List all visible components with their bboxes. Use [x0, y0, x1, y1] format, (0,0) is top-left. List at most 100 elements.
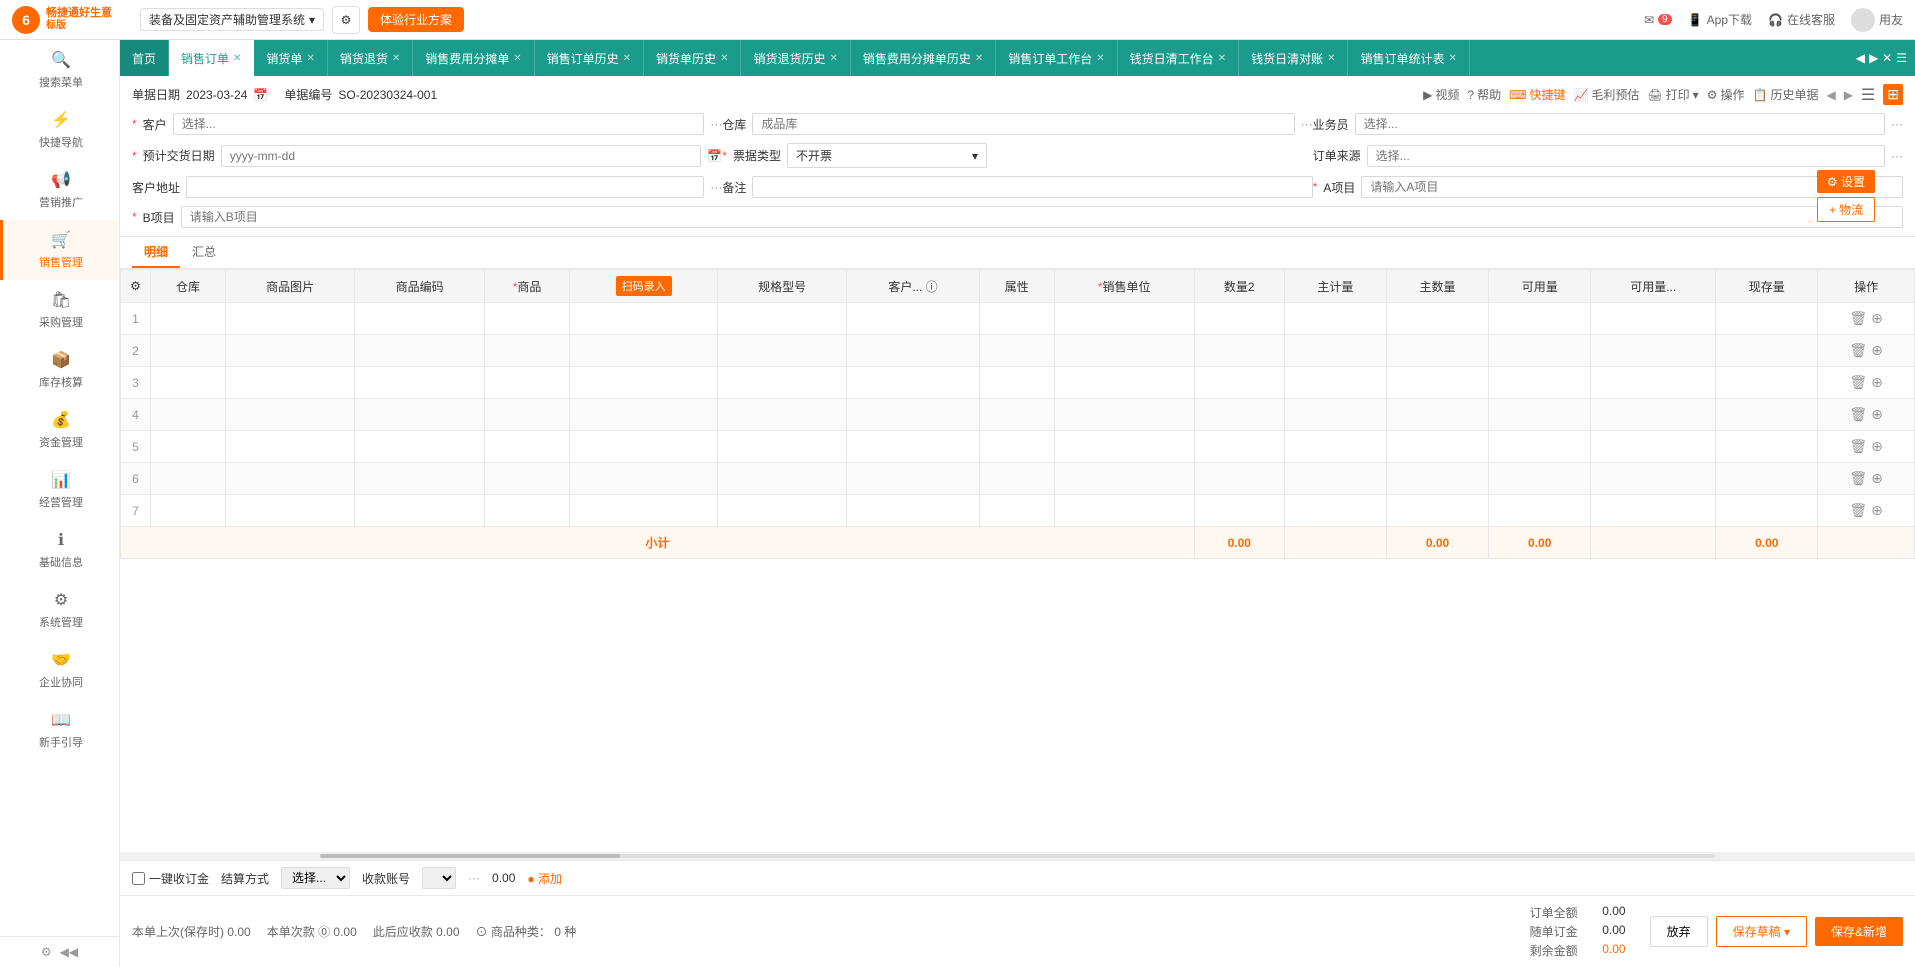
add-logistics-button[interactable]: + 物流 [1817, 197, 1875, 222]
nav-next-icon[interactable]: ▶ [1869, 51, 1878, 65]
delete-row-icon[interactable]: 🗑 [1849, 406, 1867, 423]
salesperson-expand-icon[interactable]: ··· [1891, 117, 1903, 131]
cell-unit[interactable] [1054, 303, 1194, 335]
sidebar-item-inventory[interactable]: 📦 库存核算 [0, 340, 119, 400]
tab-sales-invoice[interactable]: 销货单 ✕ [254, 40, 327, 76]
tab-order-workbench[interactable]: 销售订单工作台 ✕ [996, 40, 1117, 76]
online-support-link[interactable]: 🎧 在线客服 [1768, 11, 1835, 28]
delete-row-icon[interactable]: 🗑 [1849, 470, 1867, 487]
tab-home[interactable]: 首页 [120, 40, 169, 76]
invoice-type-select[interactable]: 不开票 ▾ [787, 143, 987, 168]
order-source-input[interactable] [1367, 145, 1885, 167]
solution-button[interactable]: 体验行业方案 [368, 7, 464, 32]
delivery-calendar-icon[interactable]: 📅 [707, 149, 722, 163]
close-tab-icon[interactable]: ✕ [1449, 53, 1457, 64]
cell-attr[interactable] [979, 303, 1054, 335]
cell-unit[interactable] [1054, 399, 1194, 431]
close-tab-icon[interactable]: ✕ [392, 53, 400, 64]
tab-summary[interactable]: 汇总 [180, 237, 228, 268]
customer-input[interactable] [173, 113, 705, 135]
cell-attr[interactable] [979, 463, 1054, 495]
grid-view-icon[interactable]: ⊞ [1883, 84, 1903, 105]
cell-main-qty[interactable] [1386, 367, 1488, 399]
cell-main-qty[interactable] [1386, 431, 1488, 463]
user-menu[interactable]: 用友 [1851, 8, 1903, 32]
close-tab-icon[interactable]: ✕ [1218, 53, 1226, 64]
cell-qty2[interactable] [1194, 431, 1284, 463]
customer-expand-icon[interactable]: ··· [710, 117, 722, 131]
cell-qty2[interactable] [1194, 399, 1284, 431]
tab-sales-fee[interactable]: 销售费用分摊单 ✕ [413, 40, 534, 76]
close-tab-icon[interactable]: ✕ [306, 53, 314, 64]
save-new-button[interactable]: 保存&新增 [1815, 917, 1903, 946]
cell-warehouse[interactable] [151, 303, 226, 335]
cell-spec[interactable] [717, 431, 846, 463]
tab-invoice-history[interactable]: 销货单历史 ✕ [644, 40, 741, 76]
layout-icon-2[interactable]: ▶ [1844, 88, 1853, 102]
cell-customer-code[interactable] [847, 303, 979, 335]
delivery-date-input[interactable] [221, 145, 702, 167]
close-tab-icon[interactable]: ✕ [623, 53, 631, 64]
cell-qty2[interactable] [1194, 495, 1284, 527]
cell-attr[interactable] [979, 495, 1054, 527]
tab-detail[interactable]: 明细 [132, 237, 180, 268]
sidebar-collapse-icon[interactable]: ◀◀ [60, 945, 78, 959]
sidebar-item-purchase[interactable]: 🛍 采购管理 [0, 280, 119, 340]
cell-warehouse[interactable] [151, 399, 226, 431]
cell-product[interactable] [484, 367, 570, 399]
cell-product[interactable] [484, 335, 570, 367]
cell-customer-code[interactable] [847, 463, 979, 495]
copy-row-icon[interactable]: ⊕ [1871, 310, 1883, 327]
cell-customer-code[interactable] [847, 335, 979, 367]
copy-row-icon[interactable]: ⊕ [1871, 470, 1883, 487]
close-tab-icon[interactable]: ✕ [975, 53, 983, 64]
profit-btn[interactable]: 📈 毛利预估 [1573, 86, 1639, 103]
cell-code[interactable] [355, 463, 484, 495]
close-tab-icon[interactable]: ✕ [720, 53, 728, 64]
cell-warehouse[interactable] [151, 335, 226, 367]
cell-main-qty[interactable] [1386, 463, 1488, 495]
quickorder-checkbox[interactable]: 一键收订金 [132, 870, 209, 887]
cell-main-qty[interactable] [1386, 335, 1488, 367]
nav-menu-icon[interactable]: ☰ [1896, 51, 1907, 65]
close-tab-icon[interactable]: ✕ [233, 53, 241, 64]
sidebar-item-sales[interactable]: 🛒 销售管理 [0, 220, 119, 280]
cell-attr[interactable] [979, 399, 1054, 431]
list-view-icon[interactable]: ☰ [1861, 85, 1875, 105]
cell-attr[interactable] [979, 367, 1054, 399]
cell-product[interactable] [484, 463, 570, 495]
cell-qty2[interactable] [1194, 303, 1284, 335]
cell-qty2[interactable] [1194, 463, 1284, 495]
cell-code[interactable] [355, 367, 484, 399]
cell-code[interactable] [355, 335, 484, 367]
message-icon[interactable]: ✉ 9 [1644, 13, 1672, 27]
cell-code[interactable] [355, 495, 484, 527]
history-btn[interactable]: 📋 历史单据 [1752, 86, 1818, 103]
shortcut-btn[interactable]: ⌨ 快捷键 [1509, 86, 1565, 103]
tab-sales-order[interactable]: 销售订单 ✕ [169, 40, 254, 76]
copy-row-icon[interactable]: ⊕ [1871, 342, 1883, 359]
sidebar-item-quicknav[interactable]: ⚡ 快捷导航 [0, 100, 119, 160]
save-draft-button[interactable]: 保存草稿 ▾ [1716, 916, 1807, 947]
cell-product[interactable] [484, 431, 570, 463]
scan-button[interactable]: 扫码录入 [616, 276, 672, 296]
cell-spec[interactable] [717, 495, 846, 527]
bank-expand-icon[interactable]: ··· [468, 871, 480, 885]
cell-warehouse[interactable] [151, 463, 226, 495]
sidebar-item-system[interactable]: ⚙ 系统管理 [0, 580, 119, 640]
calendar-icon[interactable]: 📅 [253, 88, 268, 102]
tab-return-history[interactable]: 销货退货历史 ✕ [741, 40, 850, 76]
close-tab-icon[interactable]: ✕ [829, 53, 837, 64]
tab-sales-return[interactable]: 销货退货 ✕ [328, 40, 413, 76]
cell-spec[interactable] [717, 367, 846, 399]
cell-attr[interactable] [979, 431, 1054, 463]
tab-sales-order-history[interactable]: 销售订单历史 ✕ [535, 40, 644, 76]
close-tab-icon[interactable]: ✕ [1327, 53, 1335, 64]
cell-attr[interactable] [979, 335, 1054, 367]
cell-warehouse[interactable] [151, 431, 226, 463]
cell-customer-code[interactable] [847, 367, 979, 399]
cell-unit[interactable] [1054, 367, 1194, 399]
tab-daily-reconcile[interactable]: 钱货日清对账 ✕ [1239, 40, 1348, 76]
cell-main-qty[interactable] [1386, 399, 1488, 431]
delete-row-icon[interactable]: 🗑 [1849, 438, 1867, 455]
